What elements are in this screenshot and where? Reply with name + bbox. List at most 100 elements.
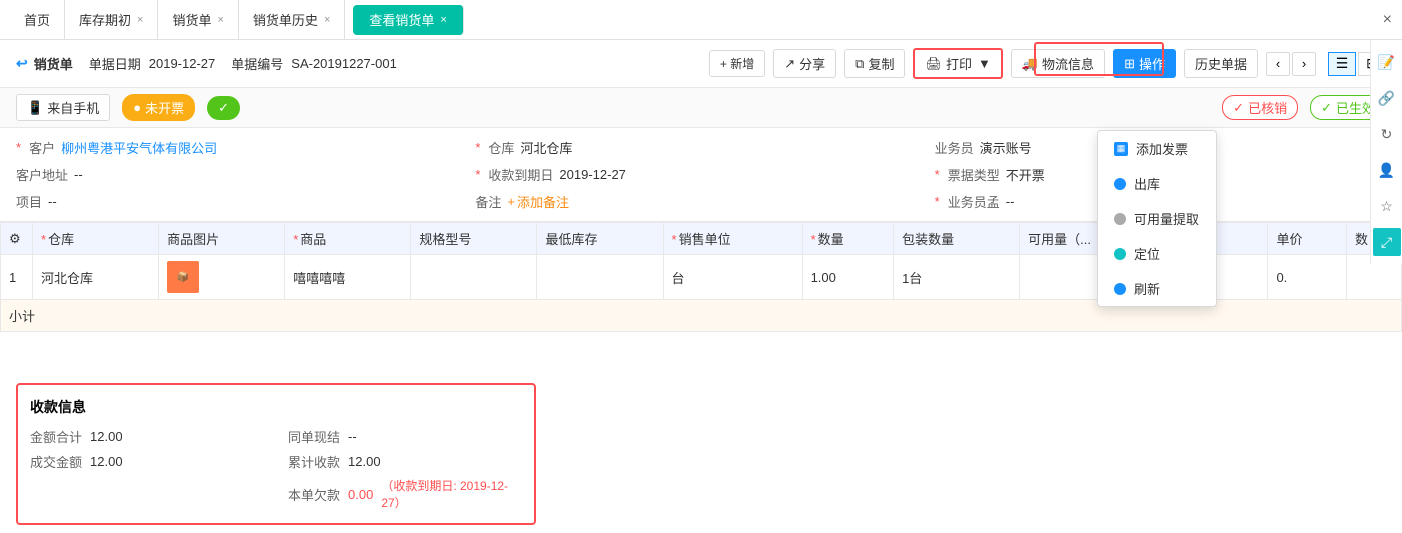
product-image: 📦 bbox=[167, 261, 199, 293]
refresh-icon bbox=[1114, 283, 1126, 295]
window-close-button[interactable]: × bbox=[1383, 11, 1392, 29]
row-warehouse: 河北仓库 bbox=[33, 255, 159, 300]
notes-row: 备注 + 添加备注 bbox=[475, 192, 926, 211]
settlement-row: 同单现结 -- bbox=[288, 427, 522, 446]
list-view-button[interactable]: ☰ bbox=[1328, 52, 1356, 76]
operations-dropdown: ▦ 添加发票 出库 可用量提取 定位 刷新 bbox=[1097, 130, 1217, 307]
copy-button[interactable]: ⧉ 复制 bbox=[844, 49, 905, 78]
next-arrow[interactable]: › bbox=[1292, 52, 1316, 76]
doc-title: ↩ 销货单 bbox=[16, 54, 73, 73]
col-pack-qty: 包装数量 bbox=[894, 223, 1020, 255]
add-note-button[interactable]: + 添加备注 bbox=[507, 192, 569, 211]
row-unit: 台 bbox=[663, 255, 802, 300]
row-pack-qty: 1台 bbox=[894, 255, 1020, 300]
refresh-item[interactable]: 刷新 bbox=[1098, 271, 1216, 306]
sidebar-link-icon[interactable]: 🔗 bbox=[1373, 84, 1401, 112]
logistics-button[interactable]: 🚚 物流信息 bbox=[1011, 49, 1105, 78]
history-button[interactable]: 历史单据 bbox=[1184, 49, 1258, 78]
doc-actions: + 新增 ↗ 分享 ⧉ 复制 🖨 打印 ▼ 🚚 物流信息 bbox=[709, 48, 1386, 79]
col-unit: *销售单位 bbox=[663, 223, 802, 255]
sales-icon: ↩ bbox=[16, 55, 28, 72]
close-tab-sales-history[interactable]: × bbox=[324, 14, 330, 26]
row-price: 0. bbox=[1268, 255, 1347, 300]
print-button[interactable]: 🖨 打印 ▼ bbox=[913, 48, 1002, 79]
close-tab-inventory[interactable]: × bbox=[137, 14, 143, 26]
col-settings[interactable]: ⚙ bbox=[1, 223, 33, 255]
circle-icon: ● bbox=[133, 100, 141, 115]
check-circle-icon: ✓ bbox=[1233, 100, 1244, 116]
voided-status: ✓ 已核销 bbox=[1222, 95, 1298, 120]
tab-bar: 首页 库存期初 × 销货单 × 销货单历史 × 查看销货单 × × bbox=[0, 0, 1402, 40]
print-icon: 🖨 bbox=[925, 56, 942, 72]
col-spec: 规格型号 bbox=[411, 223, 537, 255]
invoice-icon: ▦ bbox=[1114, 142, 1128, 156]
sidebar-edit-icon[interactable]: 📝 bbox=[1373, 48, 1401, 76]
col-price: 单价 bbox=[1268, 223, 1347, 255]
doc-meta: 单据日期 2019-12-27 单据编号 SA-20191227-001 bbox=[89, 54, 397, 73]
prev-arrow[interactable]: ‹ bbox=[1266, 52, 1290, 76]
row-min-stock bbox=[537, 255, 663, 300]
payment-section: 收款信息 金额合计 12.00 同单现结 -- 成交金额 12.00 累计收款 … bbox=[16, 383, 536, 525]
warehouse-row: * 仓库 河北仓库 bbox=[475, 138, 926, 157]
nav-arrows: ‹ › bbox=[1266, 52, 1316, 76]
check-icon: ✓ bbox=[218, 100, 229, 116]
add-invoice-item[interactable]: ▦ 添加发票 bbox=[1098, 131, 1216, 166]
right-sidebar: 📝 🔗 ↻ 👤 ☆ ⤢ bbox=[1370, 40, 1402, 264]
locate-item[interactable]: 定位 bbox=[1098, 236, 1216, 271]
row-image: 📦 bbox=[159, 255, 285, 300]
share-icon: ↗ bbox=[784, 56, 795, 72]
plus-icon: + bbox=[507, 194, 515, 209]
row-spec bbox=[411, 255, 537, 300]
project-row: 项目 -- bbox=[16, 192, 467, 211]
col-min-stock: 最低库存 bbox=[537, 223, 663, 255]
due-date-row: * 收款到期日 2019-12-27 bbox=[475, 165, 926, 184]
sidebar-star-icon[interactable]: ☆ bbox=[1373, 192, 1401, 220]
close-tab-view-sales[interactable]: × bbox=[440, 14, 446, 26]
truck-icon: 🚚 bbox=[1022, 56, 1038, 72]
operations-button[interactable]: ⊞ 操作 bbox=[1113, 49, 1176, 78]
payment-title: 收款信息 bbox=[30, 397, 522, 417]
doc-date-label: 单据日期 2019-12-27 bbox=[89, 54, 216, 73]
tab-sales-history[interactable]: 销货单历史 × bbox=[239, 0, 345, 40]
avail-qty-icon bbox=[1114, 213, 1126, 225]
balance-row: 本单欠款 0.00 （收款到期日: 2019-12-27） bbox=[288, 477, 522, 511]
row-qty: 1.00 bbox=[802, 255, 894, 300]
locate-icon bbox=[1114, 248, 1126, 260]
from-phone-button[interactable]: 📱 来自手机 bbox=[16, 94, 110, 121]
row-seq: 1 bbox=[1, 255, 33, 300]
doc-number-label: 单据编号 SA-20191227-001 bbox=[231, 54, 397, 73]
row-product: 嘻嘻嘻嘻 bbox=[285, 255, 411, 300]
close-tab-sales[interactable]: × bbox=[217, 14, 223, 26]
tab-view-sales[interactable]: 查看销货单 × bbox=[353, 5, 463, 35]
tab-inventory[interactable]: 库存期初 × bbox=[65, 0, 158, 40]
col-image: 商品图片 bbox=[159, 223, 285, 255]
check-button[interactable]: ✓ bbox=[207, 96, 240, 120]
transaction-row: 成交金额 12.00 bbox=[30, 452, 264, 471]
payment-grid: 金额合计 12.00 同单现结 -- 成交金额 12.00 累计收款 12.00 bbox=[30, 427, 522, 511]
col-warehouse: *仓库 bbox=[33, 223, 159, 255]
outbound-icon bbox=[1114, 178, 1126, 190]
tab-sales[interactable]: 销货单 × bbox=[158, 0, 238, 40]
sidebar-user-icon[interactable]: 👤 bbox=[1373, 156, 1401, 184]
doc-header: ↩ 销货单 单据日期 2019-12-27 单据编号 SA-20191227-0… bbox=[0, 40, 1402, 88]
grid-icon: ⊞ bbox=[1124, 56, 1135, 72]
sidebar-expand-icon[interactable]: ⤢ bbox=[1373, 228, 1401, 256]
add-button[interactable]: + 新增 bbox=[709, 50, 765, 77]
check-circle-icon2: ✓ bbox=[1321, 100, 1332, 116]
outbound-item[interactable]: 出库 bbox=[1098, 166, 1216, 201]
col-qty: *数量 bbox=[802, 223, 894, 255]
col-product: *商品 bbox=[285, 223, 411, 255]
not-opened-button[interactable]: ● 未开票 bbox=[122, 94, 195, 121]
amount-total-row: 金额合计 12.00 bbox=[30, 427, 264, 446]
second-row: 📱 来自手机 ● 未开票 ✓ ✓ 已核销 ✓ 已生效 bbox=[0, 88, 1402, 128]
copy-icon: ⧉ bbox=[855, 56, 864, 72]
sidebar-refresh-icon[interactable]: ↻ bbox=[1373, 120, 1401, 148]
main-content: ↩ 销货单 单据日期 2019-12-27 单据编号 SA-20191227-0… bbox=[0, 40, 1402, 533]
phone-icon: 📱 bbox=[27, 100, 43, 116]
print-dropdown-arrow[interactable]: ▼ bbox=[978, 56, 991, 71]
tab-home[interactable]: 首页 bbox=[10, 0, 65, 40]
cumulative-row: 累计收款 12.00 bbox=[288, 452, 522, 471]
share-button[interactable]: ↗ 分享 bbox=[773, 49, 836, 78]
customer-row: * 客户 柳州粤港平安气体有限公司 bbox=[16, 138, 467, 157]
avail-qty-item[interactable]: 可用量提取 bbox=[1098, 201, 1216, 236]
